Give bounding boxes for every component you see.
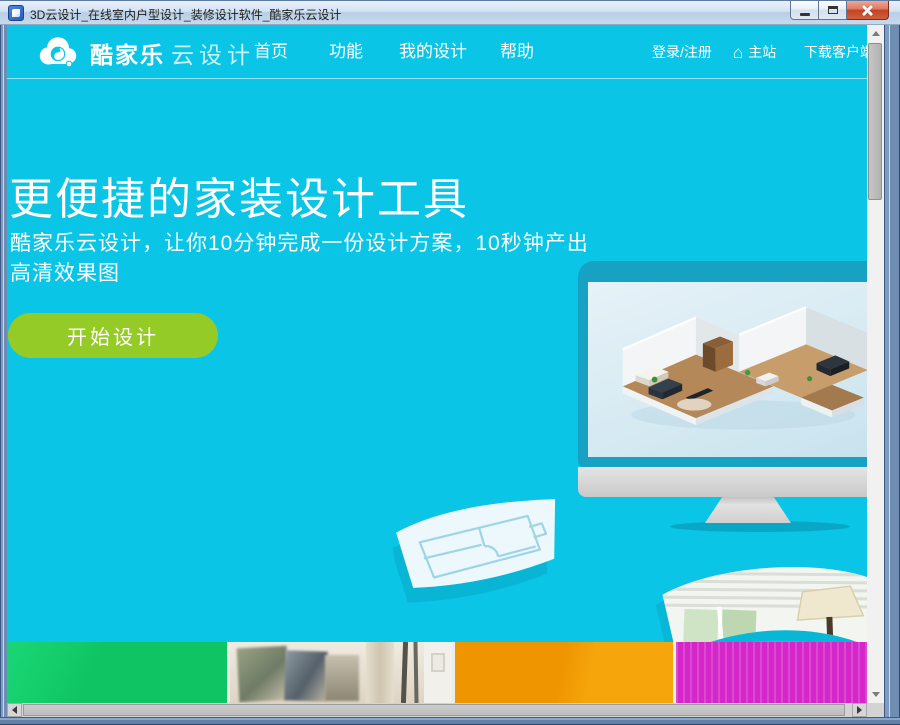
thumbnail-magenta[interactable]: [676, 642, 867, 703]
window-controls: [790, 1, 889, 20]
start-design-button[interactable]: 开始设计: [8, 313, 218, 358]
hero-section: 更便捷的家装设计工具 酷家乐云设计，让你10分钟完成一份设计方案，10秒钟产出 …: [7, 79, 867, 667]
monitor-screen: [588, 282, 867, 457]
gallery-wall: [424, 642, 452, 703]
floorplan-3d-graphic: [622, 306, 867, 430]
arrow-left-icon: [12, 706, 17, 714]
nav-link-home[interactable]: 首页: [254, 25, 288, 79]
brand-name-light: 云设计: [171, 42, 255, 68]
minimize-icon: [799, 12, 810, 16]
gallery-frame-bar: [400, 642, 409, 703]
monitor-stand: [705, 497, 791, 523]
app-window: 3D云设计_在线室内户型设计_装修设计软件_酷家乐云设计 酷家乐 云设计 首页 …: [0, 0, 900, 725]
hero-subtitle-line1: 酷家乐云设计，让你10分钟完成一份设计方案，10秒钟产出: [10, 232, 589, 255]
nav-link-my-designs[interactable]: 我的设计: [399, 25, 467, 79]
download-client-link[interactable]: 下载客户端: [804, 25, 867, 79]
nav-link-help[interactable]: 帮助: [500, 25, 534, 79]
arrow-right-icon: [857, 706, 862, 714]
scroll-up-button[interactable]: [867, 25, 884, 42]
vertical-scroll-thumb[interactable]: [868, 43, 882, 200]
scroll-down-button[interactable]: [867, 686, 884, 703]
window-border-left: [0, 25, 7, 717]
vertical-scrollbar[interactable]: [867, 25, 884, 703]
thumbnail-strip: [7, 642, 867, 703]
arrow-up-icon: [871, 31, 880, 36]
gallery-painting: [325, 655, 359, 701]
monitor-illustration: [578, 261, 867, 467]
nav-link-features[interactable]: 功能: [329, 25, 363, 79]
window-content: 酷家乐 云设计 首页 功能 我的设计 帮助 登录/注册 ⌂ 主站 下载客户端 更便…: [7, 25, 884, 717]
scroll-left-button[interactable]: [7, 703, 22, 717]
horizontal-scroll-thumb[interactable]: [23, 704, 845, 716]
window-border-bottom: [0, 717, 900, 725]
thumbnail-gallery-photo[interactable]: [230, 642, 452, 703]
home-icon: ⌂: [733, 42, 744, 62]
arrow-down-icon: [871, 692, 880, 697]
window-titlebar[interactable]: 3D云设计_在线室内户型设计_装修设计软件_酷家乐云设计: [0, 0, 900, 25]
brand-name-bold: 酷家乐: [90, 42, 165, 68]
main-site-link[interactable]: ⌂ 主站: [733, 25, 776, 79]
gallery-frame-bar: [413, 642, 419, 703]
main-site-label: 主站: [748, 44, 777, 60]
gallery-painting: [284, 650, 328, 702]
brand-name: 酷家乐 云设计: [90, 36, 255, 70]
minimize-button[interactable]: [790, 1, 819, 20]
app-icon: [8, 5, 24, 21]
scroll-right-button[interactable]: [852, 703, 867, 717]
maximize-icon: [827, 6, 838, 14]
scrollbar-corner: [867, 703, 884, 717]
window-title: 3D云设计_在线室内户型设计_装修设计软件_酷家乐云设计: [30, 8, 342, 22]
gallery-painting: [236, 645, 290, 703]
close-button[interactable]: [847, 1, 889, 20]
hero-heading: 更便捷的家装设计工具: [9, 175, 469, 224]
maximize-button[interactable]: [819, 1, 847, 20]
gallery-pillar: [366, 642, 394, 703]
cloud-icon: [39, 37, 77, 68]
window-border-right: [884, 25, 900, 717]
navbar: 酷家乐 云设计 首页 功能 我的设计 帮助 登录/注册 ⌂ 主站 下载客户端: [7, 25, 867, 79]
login-register-link[interactable]: 登录/注册: [652, 25, 712, 79]
hero-subtitle: 酷家乐云设计，让你10分钟完成一份设计方案，10秒钟产出 高清效果图: [10, 229, 589, 289]
gallery-small-frame: [431, 653, 445, 672]
blueprint-paper-graphic: [386, 473, 576, 614]
thumbnail-green[interactable]: [7, 642, 227, 703]
monitor-chin: [578, 467, 867, 497]
hero-subtitle-line2: 高清效果图: [10, 262, 120, 285]
thumbnail-orange[interactable]: [455, 642, 673, 703]
close-icon: [860, 4, 875, 17]
brand-logo[interactable]: 酷家乐 云设计: [35, 32, 255, 74]
horizontal-scrollbar[interactable]: [7, 703, 867, 717]
web-page: 酷家乐 云设计 首页 功能 我的设计 帮助 登录/注册 ⌂ 主站 下载客户端 更便…: [7, 25, 867, 717]
